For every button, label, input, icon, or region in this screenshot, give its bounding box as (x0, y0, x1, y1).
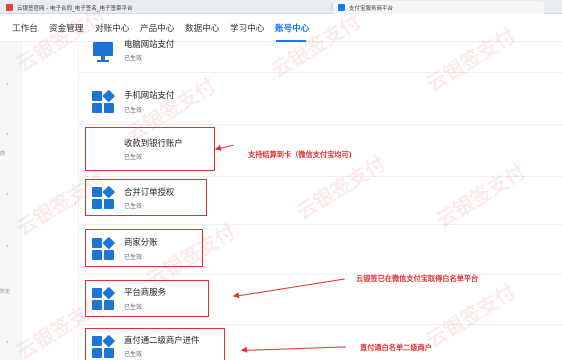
annotation-text: 支持结算到卡（微信支付宝均可) (248, 150, 352, 159)
product-status: 已生效 (124, 107, 143, 114)
product-status: 已生效 (124, 351, 143, 358)
collapse-chevron-icon[interactable]: ‹ (6, 130, 9, 138)
alipay-icon (338, 4, 345, 11)
app-grid-icon (92, 89, 115, 113)
browser-tab-alipay[interactable]: 支付宝服务商平台 (334, 1, 544, 14)
nav-item-learning[interactable]: 学习中心 (230, 22, 264, 34)
browser-tab-title: 支付宝服务商平台 (349, 5, 394, 12)
row-divider (78, 176, 562, 177)
product-status: 已生效 (124, 254, 143, 261)
collapse-chevron-icon[interactable]: ‹ (6, 242, 9, 250)
row-divider (78, 274, 562, 275)
product-title: 手机网站支付 (124, 90, 175, 100)
left-rail: ‹ ‹ 药 ‹ ‹ 所定 ‹ (0, 42, 22, 360)
product-title: 直付通二级商户进件 (124, 335, 200, 345)
row-divider (78, 124, 562, 125)
app-grid-icon (92, 334, 115, 358)
row-divider (78, 72, 562, 73)
product-status: 已生效 (124, 203, 143, 210)
row-divider (78, 224, 562, 225)
row-divider (78, 324, 562, 325)
browser-tab-yunyinqian[interactable]: 云银签官网 - 电子合同_电子签名_电子签章平台 (6, 1, 326, 14)
collapse-chevron-icon[interactable]: ‹ (6, 190, 9, 198)
nav-item-workbench[interactable]: 工作台 (12, 22, 38, 34)
product-title: 电脑网站支付 (124, 39, 175, 49)
app-grid-icon (92, 286, 115, 310)
product-title: 商家分账 (124, 237, 158, 247)
nav-item-products[interactable]: 产品中心 (140, 22, 174, 34)
nav-item-account[interactable]: 账号中心 (275, 22, 309, 34)
app-grid-icon (92, 185, 115, 209)
tab-separator (331, 3, 332, 11)
product-status: 已生效 (124, 154, 143, 161)
rail-label: 所定 (0, 289, 11, 295)
nav-item-funds[interactable]: 资金管理 (49, 22, 83, 34)
annotation-text: 直付通白名单二级商户 (360, 343, 432, 352)
annotation-text: 云银签已在微信支付宝取得白名单平台 (356, 274, 479, 283)
highlight-box (85, 127, 215, 171)
red-logo-icon (6, 4, 13, 11)
monitor-icon (92, 42, 114, 64)
collapse-chevron-icon[interactable]: ‹ (6, 80, 9, 88)
app-grid-icon (92, 236, 115, 260)
product-title: 平台商服务 (124, 287, 166, 297)
product-title: 合并订单授权 (124, 187, 175, 197)
top-navigation: 工作台 资金管理 对账中心 产品中心 数据中心 学习中心 账号中心 (0, 14, 562, 42)
collapse-chevron-icon[interactable]: ‹ (6, 338, 9, 346)
browser-tab-strip: 云银签官网 - 电子合同_电子签名_电子签章平台 支付宝服务商平台 (0, 0, 562, 14)
rail-label: 药 (0, 151, 6, 157)
nav-item-data[interactable]: 数据中心 (185, 22, 219, 34)
product-status: 已生效 (124, 304, 143, 311)
product-status: 已生效 (124, 55, 143, 62)
browser-tab-title: 云银签官网 - 电子合同_电子签名_电子签章平台 (17, 5, 133, 12)
product-title: 收款到银行账户 (124, 138, 183, 148)
nav-item-reconciliation[interactable]: 对账中心 (95, 22, 129, 34)
